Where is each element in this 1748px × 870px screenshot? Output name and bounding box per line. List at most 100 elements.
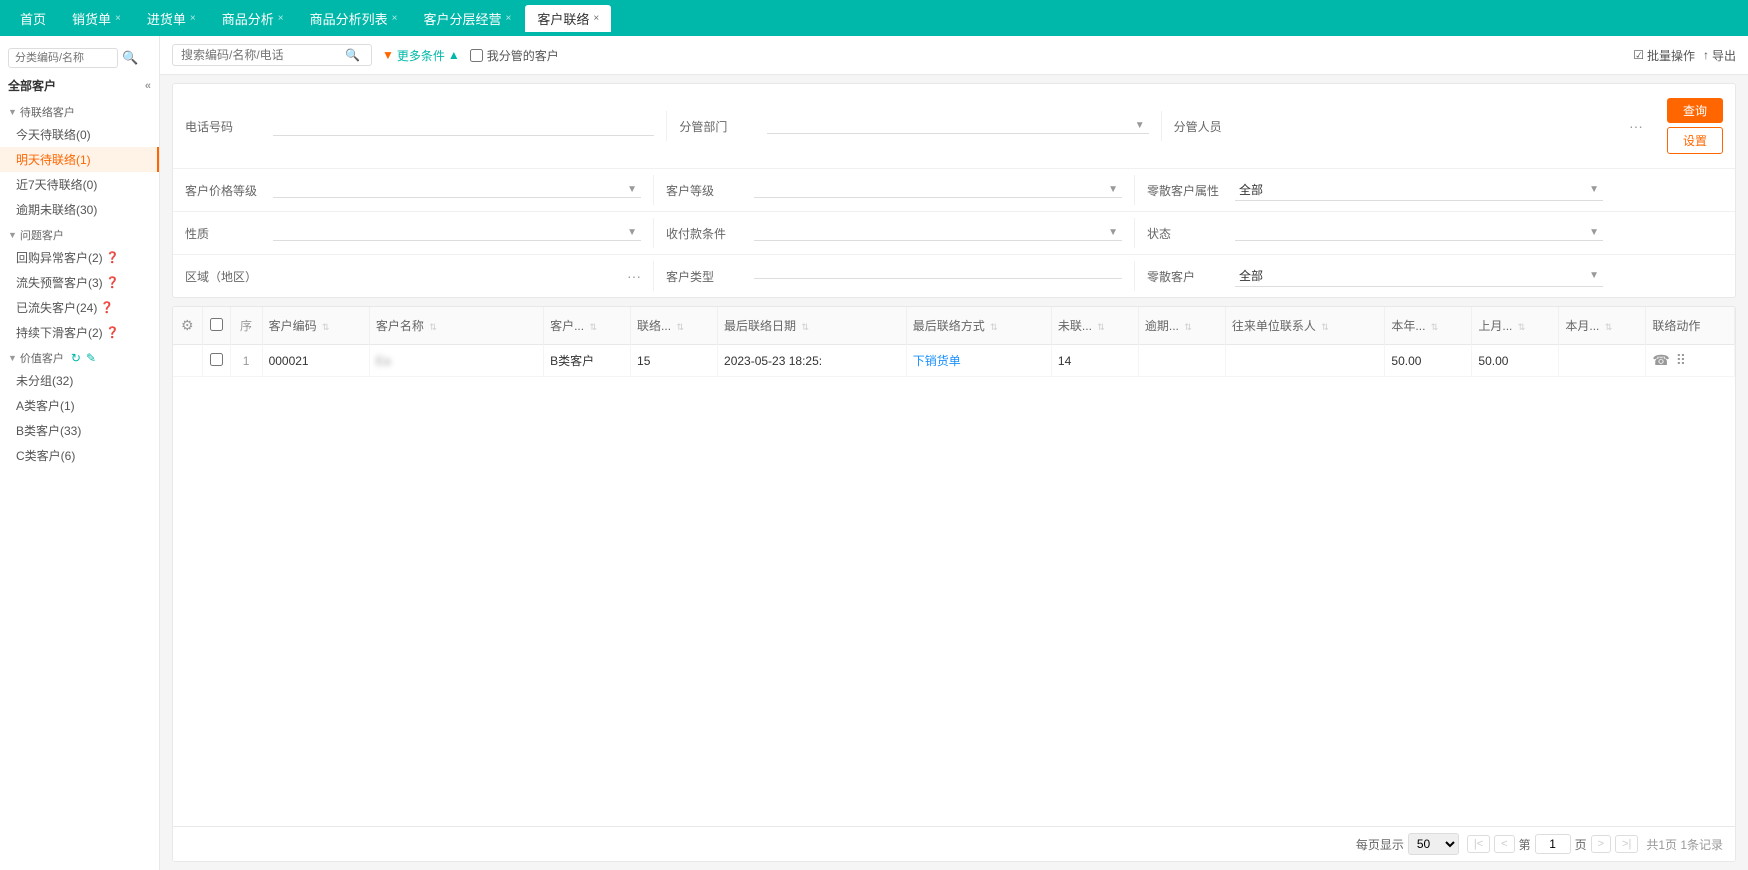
my-customers-checkbox[interactable]	[470, 49, 483, 62]
nav-customer-contact[interactable]: 客户联络 ×	[525, 5, 611, 32]
sidebar-item-lost[interactable]: 已流失客户(24) ❓	[0, 295, 159, 320]
retail-customer-label: 零散客户	[1147, 268, 1227, 285]
filter-customer-value: 客户价格等级 ▼	[173, 182, 653, 199]
close-goods-analysis-icon[interactable]: ×	[278, 13, 284, 24]
nav-goods-analysis[interactable]: 商品分析 ×	[210, 5, 296, 32]
sidebar-group-value[interactable]: 价值客户 ↻ ✎	[0, 345, 159, 368]
search-input[interactable]	[181, 48, 341, 62]
col-name[interactable]: 客户名称 ⇅	[369, 307, 543, 345]
last-page-button[interactable]: >|	[1615, 835, 1638, 853]
sidebar-search-icon[interactable]: 🔍	[122, 50, 138, 66]
region-label: 区域（地区）	[185, 268, 265, 285]
nav-purchase[interactable]: 进货单 ×	[135, 5, 208, 32]
sidebar-item-tomorrow[interactable]: 明天待联络(1)	[0, 147, 159, 172]
sidebar-item-class-c[interactable]: C类客户(6)	[0, 443, 159, 468]
col-last-contact-method[interactable]: 最后联络方式 ⇅	[906, 307, 1051, 345]
filter-panel: 电话号码 分管部门 ▼ 分管人员 ···	[172, 83, 1736, 298]
nav-home[interactable]: 首页	[8, 5, 58, 32]
nav-goods-list[interactable]: 商品分析列表 ×	[298, 5, 410, 32]
nav-sales[interactable]: 销货单 ×	[60, 5, 133, 32]
payment-select[interactable]: ▼	[754, 225, 1122, 241]
export-icon: ↑	[1703, 48, 1709, 62]
region-more-icon[interactable]: ···	[627, 268, 641, 284]
row-customer-type: B类客户	[544, 345, 631, 377]
total-records: 共1页 1条记录	[1646, 836, 1723, 853]
col-contact-count[interactable]: 联络... ⇅	[631, 307, 718, 345]
refresh-icon[interactable]: ↻	[71, 351, 81, 365]
sidebar-item-warning[interactable]: 流失预警客户(3) ❓	[0, 270, 159, 295]
sidebar-item-overdue[interactable]: 逾期未联络(30)	[0, 197, 159, 222]
table-scroll[interactable]: ⚙ 序 客户编码 ⇅	[173, 307, 1735, 826]
customer-value-select[interactable]: ▼	[273, 182, 641, 198]
retail-attr-select[interactable]: 全部 ▼	[1235, 179, 1603, 201]
table-settings-button[interactable]: ⚙	[179, 315, 196, 336]
sidebar-item-abnormal[interactable]: 回购异常客户(2) ❓	[0, 245, 159, 270]
more-action-icon[interactable]: ⠿	[1676, 352, 1686, 369]
prev-page-button[interactable]: <	[1494, 835, 1514, 853]
filter-retail-attr: 零散客户属性 全部 ▼	[1135, 179, 1615, 201]
select-all-checkbox[interactable]	[210, 318, 223, 331]
sidebar-item-ungrouped[interactable]: 未分组(32)	[0, 368, 159, 393]
my-customers-checkbox-area: 我分管的客户	[470, 47, 559, 64]
sidebar-item-declining[interactable]: 持续下滑客户(2) ❓	[0, 320, 159, 345]
row-settings	[173, 345, 202, 377]
dept-select[interactable]: ▼	[767, 118, 1148, 134]
sidebar-item-class-b[interactable]: B类客户(33)	[0, 418, 159, 443]
sidebar-group-problem[interactable]: 问题客户	[0, 222, 159, 245]
col-settings: ⚙	[173, 307, 202, 345]
row-select-checkbox[interactable]	[210, 353, 223, 366]
query-button[interactable]: 查询	[1667, 98, 1723, 123]
batch-ops-button[interactable]: ☑ 批量操作	[1633, 47, 1695, 64]
contact-action-icon[interactable]: ☎	[1652, 352, 1669, 369]
last-contact-method-link[interactable]: 下销货单	[913, 354, 961, 368]
nature-select[interactable]: ▼	[273, 225, 641, 241]
col-year-amount[interactable]: 本年... ⇅	[1385, 307, 1472, 345]
close-sales-icon[interactable]: ×	[115, 13, 121, 24]
per-page-select[interactable]: 50 100 200	[1408, 833, 1459, 855]
col-overdue[interactable]: 逾期... ⇅	[1138, 307, 1225, 345]
sidebar-search-input[interactable]	[8, 48, 118, 68]
search-bar-icon[interactable]: 🔍	[345, 48, 360, 62]
col-contact-person[interactable]: 往来单位联系人 ⇅	[1225, 307, 1385, 345]
nav-customer-tier[interactable]: 客户分层经营 ×	[411, 5, 523, 32]
customer-type-select[interactable]	[754, 274, 1122, 279]
sidebar-group-pending[interactable]: 待联络客户	[0, 99, 159, 122]
customer-level-select[interactable]: ▼	[754, 182, 1122, 198]
top-navigation: 首页 销货单 × 进货单 × 商品分析 × 商品分析列表 × 客户分层经营 × …	[0, 0, 1748, 36]
rc-arrow-icon: ▼	[1589, 270, 1599, 281]
sidebar-item-class-a[interactable]: A类客户(1)	[0, 393, 159, 418]
sidebar-all-customers[interactable]: 全部客户 «	[0, 72, 159, 99]
retail-customer-select[interactable]: 全部 ▼	[1235, 265, 1603, 287]
col-uncontacted[interactable]: 未联... ⇅	[1051, 307, 1138, 345]
status-label: 状态	[1147, 225, 1227, 242]
edit-group-icon[interactable]: ✎	[86, 351, 96, 365]
sidebar-item-today[interactable]: 今天待联络(0)	[0, 122, 159, 147]
page-unit: 页	[1575, 836, 1587, 853]
first-page-button[interactable]: |<	[1467, 835, 1490, 853]
table-row: 1 000021 Ea B类客户 15 2023-05-23 18:25: 下销…	[173, 345, 1735, 377]
col-last-contact-date[interactable]: 最后联络日期 ⇅	[718, 307, 907, 345]
col-code[interactable]: 客户编码 ⇅	[262, 307, 369, 345]
manager-more-icon[interactable]: ···	[1629, 118, 1643, 134]
close-customer-tier-icon[interactable]: ×	[505, 13, 511, 24]
more-conditions-button[interactable]: ▼ 更多条件 ▲	[382, 47, 460, 64]
close-customer-contact-icon[interactable]: ×	[593, 13, 599, 24]
col-this-month[interactable]: 本月... ⇅	[1559, 307, 1646, 345]
settings-button[interactable]: 设置	[1667, 127, 1723, 154]
status-select[interactable]: ▼	[1235, 225, 1603, 241]
export-button[interactable]: ↑ 导出	[1703, 47, 1736, 64]
page-input[interactable]	[1535, 834, 1571, 854]
phone-input[interactable]	[273, 117, 654, 136]
retail-attr-label: 零散客户属性	[1147, 182, 1227, 199]
pagination: |< < 第 页 > >|	[1467, 834, 1638, 854]
customer-type-label: 客户类型	[666, 268, 746, 285]
next-page-button[interactable]: >	[1591, 835, 1611, 853]
sidebar-item-week7[interactable]: 近7天待联络(0)	[0, 172, 159, 197]
close-goods-list-icon[interactable]: ×	[392, 13, 398, 24]
close-purchase-icon[interactable]: ×	[190, 13, 196, 24]
payment-label: 收付款条件	[666, 225, 746, 242]
row-last-month-amount: 50.00	[1472, 345, 1559, 377]
col-last-month[interactable]: 上月... ⇅	[1472, 307, 1559, 345]
col-customer-type[interactable]: 客户... ⇅	[544, 307, 631, 345]
status-arrow-icon: ▼	[1589, 227, 1599, 238]
